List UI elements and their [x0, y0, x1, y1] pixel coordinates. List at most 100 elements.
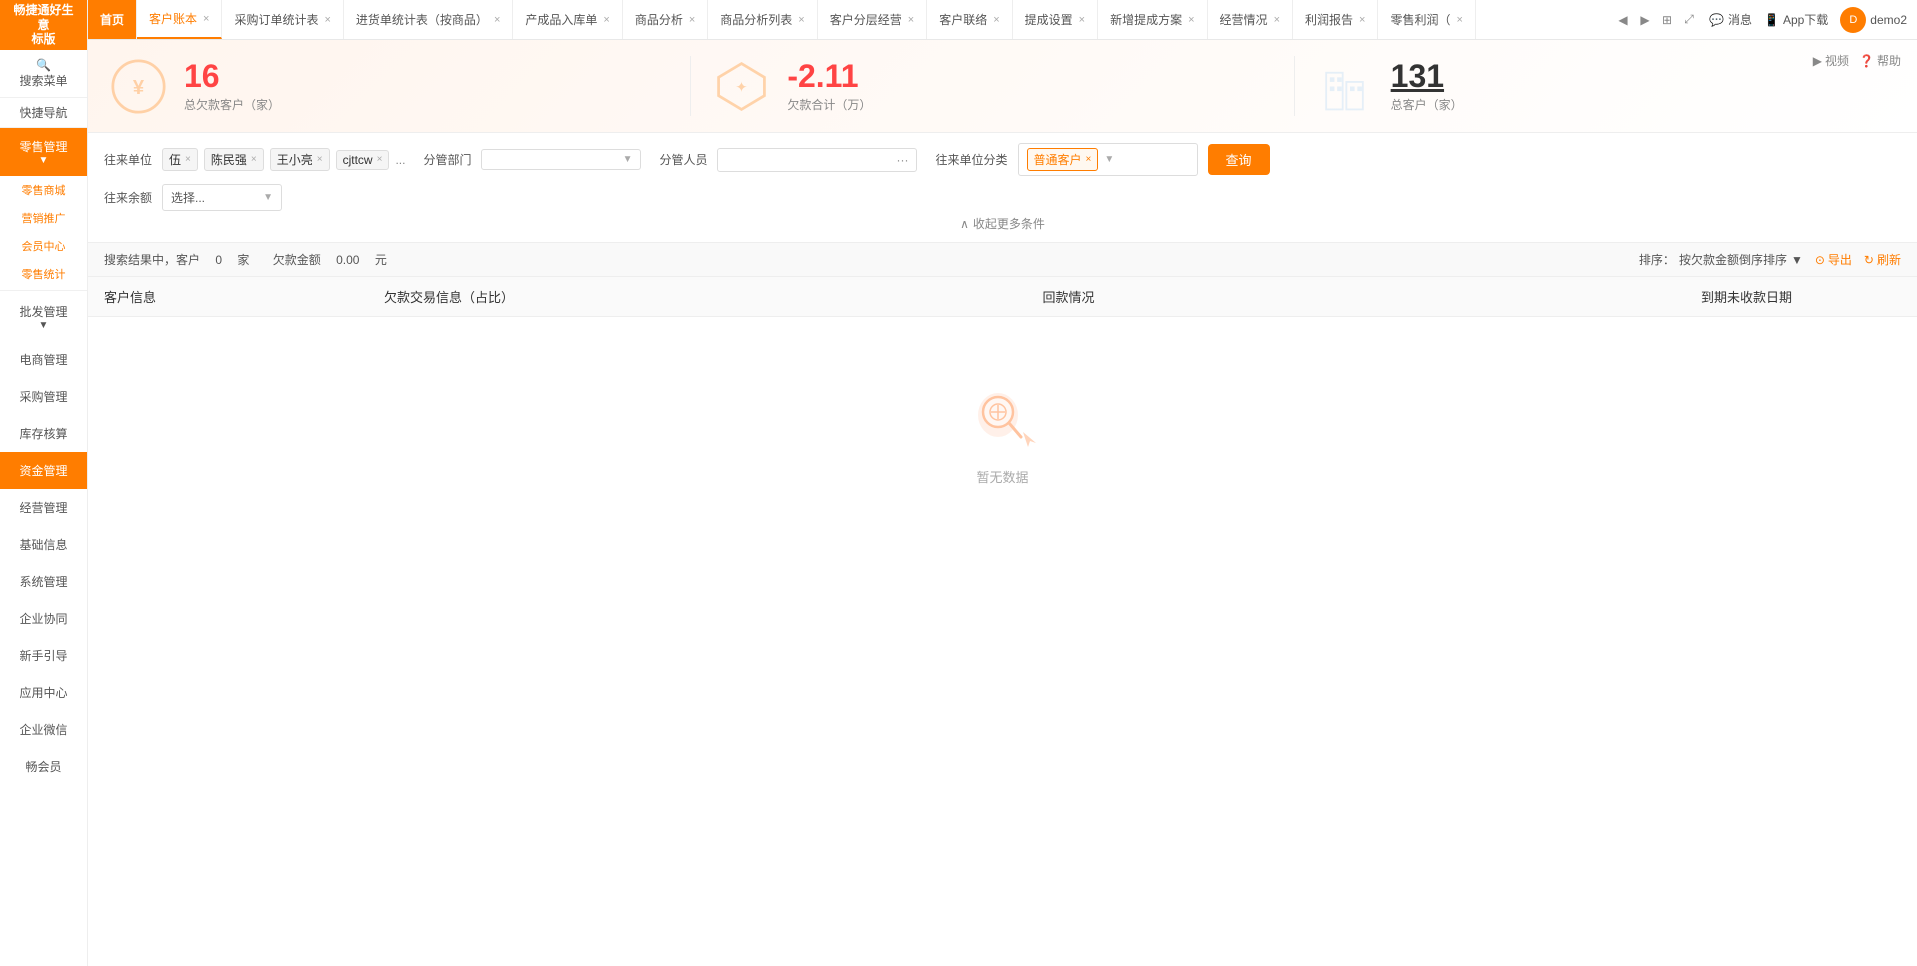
stat-card-debt-info: -2.11 欠款合计（万）: [787, 60, 871, 113]
unit-tag-chen-close[interactable]: ×: [251, 154, 257, 165]
collapse-btn[interactable]: ∧ 收起更多条件: [960, 215, 1045, 232]
sidebar-item-enterprise[interactable]: 企业协同: [0, 600, 87, 637]
expand-tabs-btn[interactable]: ⊞: [1657, 10, 1677, 30]
sidebar-item-operation[interactable]: 经营管理: [0, 489, 87, 526]
tab-tips-setting[interactable]: 提成设置 ×: [1013, 0, 1098, 39]
result-customer-count: 0: [215, 253, 222, 267]
avatar: D: [1840, 7, 1866, 33]
empty-icon: [963, 377, 1043, 457]
sidebar-item-system[interactable]: 系统管理: [0, 563, 87, 600]
category-tag: 普通客户 ×: [1027, 148, 1099, 171]
tab-inventory-stat[interactable]: 进货单统计表（按商品） ×: [344, 0, 513, 39]
tab-retail-profit[interactable]: 零售利润（ ×: [1378, 0, 1475, 39]
scroll-right-btn[interactable]: ▶: [1635, 10, 1655, 30]
sidebar-item-purchase[interactable]: 采购管理: [0, 378, 87, 415]
tab-cs-close[interactable]: ×: [908, 14, 914, 26]
filter-row-1: 往来单位 伍 × 陈民强 × 王小亮 × cjttcw: [104, 143, 1901, 176]
user-avatar-area[interactable]: D demo2: [1840, 7, 1907, 33]
unit-tag-cj: cjttcw ×: [336, 150, 390, 170]
sidebar-item-retail[interactable]: 零售管理 ▼: [0, 128, 87, 176]
app-download-btn[interactable]: 📱 App下载: [1764, 11, 1828, 28]
scroll-left-btn[interactable]: ◀: [1613, 10, 1633, 30]
tab-inventory-close[interactable]: ×: [494, 14, 500, 26]
unit-tag-cj-close[interactable]: ×: [377, 154, 383, 165]
tab-accounts-close[interactable]: ×: [203, 13, 209, 25]
tab-new-tips[interactable]: 新增提成方案 ×: [1098, 0, 1207, 39]
balance-select[interactable]: 选择... ▼: [162, 184, 282, 211]
sidebar-item-newbie[interactable]: 新手引导: [0, 637, 87, 674]
sidebar-item-inventory[interactable]: 库存核算: [0, 415, 87, 452]
divider-1: [0, 290, 87, 291]
sidebar-item-ecom[interactable]: 电商管理: [0, 341, 87, 378]
sidebar-item-appstore[interactable]: 应用中心: [0, 674, 87, 711]
tab-os-close[interactable]: ×: [1274, 14, 1280, 26]
sort-label: 排序：: [1639, 251, 1675, 268]
tab-accounts[interactable]: 客户账本 ×: [137, 0, 222, 39]
result-actions: 排序： 按欠款金额倒序排序 ▼ ⊙ 导出 ↻ 刷新: [1639, 251, 1901, 268]
unit-tags: 伍 × 陈民强 × 王小亮 × cjttcw × ...: [162, 148, 405, 171]
sort-select[interactable]: 排序： 按欠款金额倒序排序 ▼: [1639, 251, 1803, 268]
people-select[interactable]: ···: [717, 148, 917, 172]
filter-section: 往来单位 伍 × 陈民强 × 王小亮 × cjttcw: [88, 133, 1917, 243]
total-customers-value: 16: [184, 60, 280, 92]
query-button[interactable]: 查询: [1208, 144, 1270, 175]
tab-pa-close[interactable]: ×: [689, 14, 695, 26]
tab-customer-contact[interactable]: 客户联络 ×: [927, 0, 1012, 39]
sidebar-item-retail-shop[interactable]: 零售商城: [0, 176, 87, 204]
category-select[interactable]: 普通客户 × ▼: [1018, 143, 1198, 176]
unit-tags-more[interactable]: ...: [395, 153, 405, 167]
sidebar-item-basic[interactable]: 基础信息: [0, 526, 87, 563]
sidebar-item-retail-stat[interactable]: 零售统计: [0, 260, 87, 288]
category-label: 往来单位分类: [935, 151, 1007, 168]
sidebar-search[interactable]: 🔍 搜索菜单: [0, 50, 87, 98]
unit-tag-wang-close[interactable]: ×: [317, 154, 323, 165]
tab-product-analysis-list[interactable]: 商品分析列表 ×: [708, 0, 817, 39]
tab-customer-segment[interactable]: 客户分层经营 ×: [818, 0, 927, 39]
play-icon: ▶: [1813, 54, 1822, 68]
col-debt-info: 欠款交易信息（占比）: [384, 287, 1043, 306]
tab-ts-close[interactable]: ×: [1079, 14, 1085, 26]
tab-profit-report[interactable]: 利润报告 ×: [1293, 0, 1378, 39]
result-debt-amount: 0.00: [336, 253, 359, 267]
sidebar-item-marketing[interactable]: 营销推广: [0, 204, 87, 232]
stat-card-customers: ¥ 16 总欠款客户（家）: [108, 56, 691, 116]
sort-field: 按欠款金额倒序排序: [1679, 251, 1787, 268]
topnav-right: 💬 消息 📱 App下载 D demo2: [1699, 7, 1917, 33]
tab-purchase-close[interactable]: ×: [324, 14, 330, 26]
sidebar-item-finance[interactable]: 资金管理: [0, 452, 87, 489]
dept-chevron-icon: ▼: [623, 154, 633, 165]
tab-rp-close[interactable]: ×: [1456, 14, 1462, 26]
video-btn[interactable]: ▶ 视频: [1813, 52, 1849, 69]
sidebar-item-batch[interactable]: 批发管理 ▼: [0, 293, 87, 341]
unit-tag-wang: 王小亮 ×: [270, 148, 330, 171]
col-due-date: 到期未收款日期: [1701, 287, 1901, 306]
total-debt-label: 欠款合计（万）: [787, 96, 871, 113]
tab-purchase-orders[interactable]: 采购订单统计表 ×: [222, 0, 343, 39]
tab-operation-status[interactable]: 经营情况 ×: [1208, 0, 1293, 39]
unit-tag-wu-close[interactable]: ×: [185, 154, 191, 165]
sidebar-item-wechat[interactable]: 企业微信: [0, 711, 87, 748]
avatar-initials: D: [1849, 14, 1857, 26]
export-btn[interactable]: ⊙ 导出: [1815, 251, 1852, 268]
building-icon: [1315, 56, 1375, 116]
dept-select[interactable]: ▼: [481, 149, 641, 170]
tab-home[interactable]: 首页: [88, 0, 137, 39]
refresh-btn[interactable]: ↻ 刷新: [1864, 251, 1901, 268]
sidebar-item-vip[interactable]: 畅会员: [0, 748, 87, 785]
tab-product-instock[interactable]: 产成品入库单 ×: [513, 0, 622, 39]
help-btn[interactable]: ❓ 帮助: [1859, 52, 1901, 69]
tab-product-close[interactable]: ×: [603, 14, 609, 26]
tab-nt-close[interactable]: ×: [1188, 14, 1194, 26]
fullscreen-btn[interactable]: ⤢: [1679, 10, 1699, 30]
tab-cc-close[interactable]: ×: [993, 14, 999, 26]
tab-pal-close[interactable]: ×: [798, 14, 804, 26]
sidebar-quicknav[interactable]: 快捷导航: [0, 98, 87, 128]
result-bar: 搜索结果中，客户 0 家 欠款金额 0.00 元 排序： 按欠款金额倒序排序 ▼…: [88, 243, 1917, 277]
message-btn[interactable]: 💬 消息: [1709, 11, 1752, 28]
tab-product-analysis[interactable]: 商品分析 ×: [623, 0, 708, 39]
sidebar-item-member[interactable]: 会员中心: [0, 232, 87, 260]
category-tag-close[interactable]: ×: [1086, 154, 1092, 165]
table-section: 客户信息 欠款交易信息（占比） 回款情况 到期未收款日期: [88, 277, 1917, 966]
stat-card-total-info: 131 总客户（家）: [1391, 60, 1463, 113]
tab-pr-close[interactable]: ×: [1359, 14, 1365, 26]
